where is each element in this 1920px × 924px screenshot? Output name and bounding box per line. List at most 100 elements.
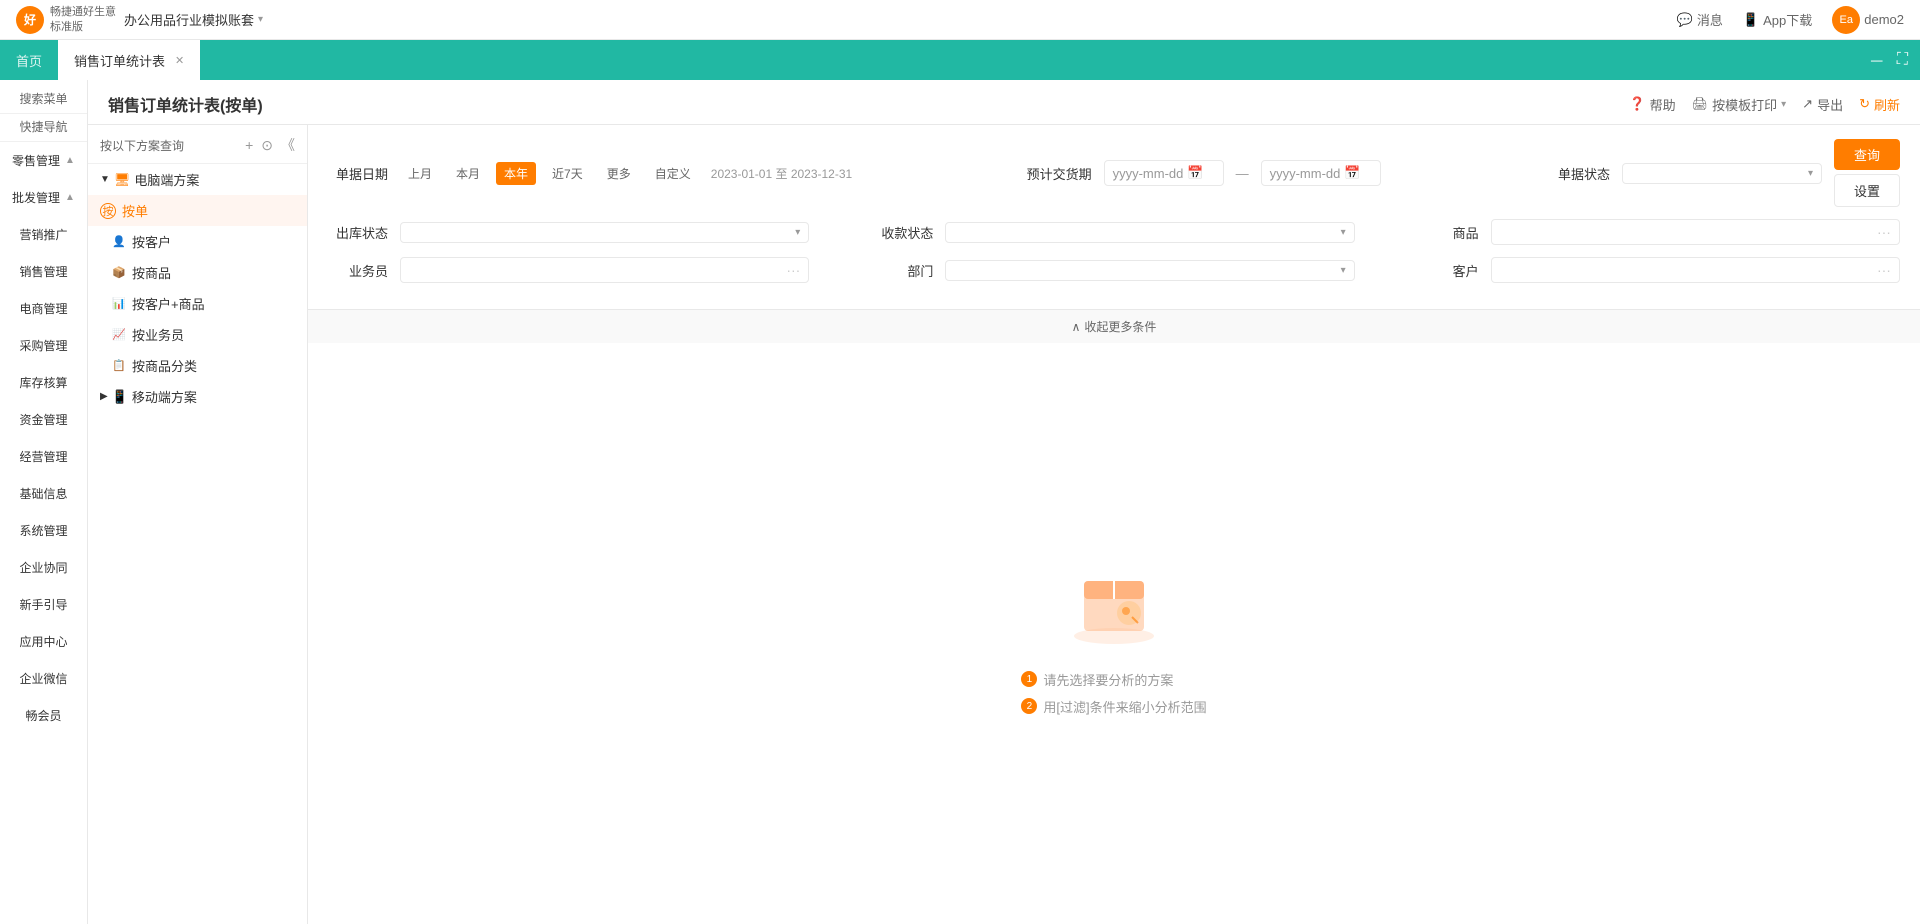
filter-row-2: 出库状态 ▾ 收款状态 ▾ 商品 (328, 219, 1900, 245)
scheme-by-order[interactable]: 按 按单 (88, 195, 307, 226)
mobile-scheme-group[interactable]: ▶ 📱 移动端方案 (88, 381, 307, 412)
right-panel: 单据日期 上月 本月 本年 近7天 更多 自定义 2023-01-01 至 20… (308, 125, 1920, 924)
sidebar-item-member[interactable]: 畅会员 (0, 697, 87, 734)
sidebar-item-wholesale[interactable]: 批发管理 ▲ (0, 179, 87, 216)
ship-status-label: 出库状态 (328, 223, 388, 242)
refresh-icon: ↻ (1859, 96, 1870, 112)
logo-text: 畅捷通好生意 标准版 (50, 5, 116, 34)
sidebar: 搜索菜单 快捷导航 零售管理 ▲ 批发管理 ▲ 营销推广 销售管理 电商管理 采… (0, 80, 88, 924)
collapse-panel-icon[interactable]: 《 (281, 135, 295, 155)
app-selector[interactable]: 办公用品行业模拟账套 ▾ (124, 10, 263, 29)
settings-button[interactable]: 设置 (1834, 174, 1900, 207)
calendar-end-icon[interactable]: 📅 (1344, 165, 1360, 181)
mobile-scheme-icon: 📱 (112, 389, 128, 405)
customer-label: 客户 (1419, 261, 1479, 280)
ship-status-select[interactable]: ▾ (400, 222, 809, 243)
export-icon: ↗ (1802, 96, 1813, 112)
ship-status-arrow-icon: ▾ (795, 227, 800, 238)
scheme-by-category[interactable]: 📋 按商品分类 (88, 350, 307, 381)
expected-date-start-input[interactable]: yyyy-mm-dd 📅 (1104, 160, 1224, 186)
date-btn-thismonth[interactable]: 本月 (448, 162, 488, 185)
left-panel-header: 按以下方案查询 + ⊙ 《 (88, 135, 307, 164)
salesperson-dots[interactable]: ··· (786, 262, 800, 278)
sidebar-item-newguide[interactable]: 新手引导 (0, 586, 87, 623)
calendar-start-icon[interactable]: 📅 (1187, 165, 1203, 181)
salesperson-input[interactable]: ··· (400, 257, 809, 283)
tab-home[interactable]: 首页 (0, 40, 58, 80)
user-area[interactable]: Ea demo2 (1832, 6, 1904, 34)
goods-dots[interactable]: ··· (1877, 224, 1891, 240)
page-title-row: 销售订单统计表(按单) ❓ 帮助 🖨 按模板打印 ▾ ↗ 导出 (108, 92, 1900, 116)
inner-layout: 按以下方案查询 + ⊙ 《 ▼ 🖥 电脑端方案 按 按单 👤 按客户 (88, 125, 1920, 924)
scheme-by-salesperson[interactable]: 📈 按业务员 (88, 319, 307, 350)
active-scheme-icon: 按 (100, 203, 116, 219)
sidebar-item-sales[interactable]: 销售管理 (0, 253, 87, 290)
sidebar-item-system[interactable]: 系统管理 (0, 512, 87, 549)
app-download-action[interactable]: 📱 App下载 (1743, 10, 1812, 29)
logo-icon: 好 (16, 6, 44, 34)
scheme-by-cust-prod[interactable]: 📊 按客户+商品 (88, 288, 307, 319)
print-action[interactable]: 🖨 按模板打印 ▾ (1692, 95, 1787, 114)
scheme-by-product[interactable]: 📦 按商品 (88, 257, 307, 288)
customer-input[interactable]: ··· (1491, 257, 1900, 283)
pc-scheme-group[interactable]: ▼ 🖥 电脑端方案 (88, 164, 307, 195)
sidebar-item-ecommerce[interactable]: 电商管理 (0, 290, 87, 327)
add-scheme-icon[interactable]: + (245, 137, 253, 153)
date-btn-more[interactable]: 更多 (599, 162, 639, 185)
dept-label: 部门 (873, 261, 933, 280)
sidebar-item-purchase[interactable]: 采购管理 (0, 327, 87, 364)
goods-label: 商品 (1419, 223, 1479, 242)
tab-close-icon[interactable]: ✕ (175, 54, 184, 67)
page-title: 销售订单统计表(按单) (108, 92, 263, 116)
order-status-select[interactable]: ▾ (1622, 163, 1822, 184)
date-separator: — (1236, 166, 1249, 181)
header-left: 好 畅捷通好生意 标准版 办公用品行业模拟账套 ▾ (16, 5, 263, 34)
expected-date-end-input[interactable]: yyyy-mm-dd 📅 (1261, 160, 1381, 186)
empty-state: 1 请先选择要分析的方案 2 用[过滤]条件来缩小分析范围 (308, 343, 1920, 924)
refresh-action[interactable]: ↻ 刷新 (1859, 95, 1900, 114)
sidebar-item-marketing[interactable]: 营销推广 (0, 216, 87, 253)
date-btn-custom[interactable]: 自定义 (647, 162, 699, 185)
order-status-label: 单据状态 (1550, 164, 1610, 183)
main-layout: 搜索菜单 快捷导航 零售管理 ▲ 批发管理 ▲ 营销推广 销售管理 电商管理 采… (0, 80, 1920, 924)
sidebar-item-appcenter[interactable]: 应用中心 (0, 623, 87, 660)
sidebar-item-basic[interactable]: 基础信息 (0, 475, 87, 512)
left-panel: 按以下方案查询 + ⊙ 《 ▼ 🖥 电脑端方案 按 按单 👤 按客户 (88, 125, 308, 924)
date-btn-thisyear[interactable]: 本年 (496, 162, 536, 185)
payment-status-select[interactable]: ▾ (945, 222, 1354, 243)
sidebar-item-operation[interactable]: 经营管理 (0, 438, 87, 475)
sidebar-quicknav[interactable]: 快捷导航 (0, 114, 87, 142)
message-icon: 💬 (1677, 12, 1693, 28)
payment-status-arrow-icon: ▾ (1341, 227, 1346, 238)
category-scheme-icon: 📋 (112, 359, 126, 373)
settings-scheme-icon[interactable]: ⊙ (261, 137, 273, 154)
empty-illustration (1054, 551, 1174, 654)
export-action[interactable]: ↗ 导出 (1802, 95, 1843, 114)
minimize-icon[interactable]: － (1869, 48, 1885, 72)
sidebar-item-retail[interactable]: 零售管理 ▲ (0, 142, 87, 179)
sidebar-item-enterprise[interactable]: 企业协同 (0, 549, 87, 586)
chevron-down-icon: ▾ (258, 14, 263, 25)
tab-sales-stat[interactable]: 销售订单统计表 ✕ (58, 40, 200, 80)
scheme-by-customer[interactable]: 👤 按客户 (88, 226, 307, 257)
query-button[interactable]: 查询 (1834, 139, 1900, 170)
help-icon: ❓ (1629, 96, 1645, 112)
dept-select[interactable]: ▾ (945, 260, 1354, 281)
help-action[interactable]: ❓ 帮助 (1629, 95, 1675, 114)
collapse-bar[interactable]: ∧ 收起更多条件 (308, 309, 1920, 343)
download-icon: 📱 (1743, 12, 1759, 28)
date-group: 上月 本月 本年 近7天 更多 自定义 (400, 162, 699, 185)
salesperson-label: 业务员 (328, 261, 388, 280)
customer-dots[interactable]: ··· (1877, 262, 1891, 278)
date-btn-7days[interactable]: 近7天 (544, 162, 591, 185)
goods-input[interactable]: ··· (1491, 219, 1900, 245)
sidebar-item-finance[interactable]: 资金管理 (0, 401, 87, 438)
message-action[interactable]: 💬 消息 (1677, 10, 1723, 29)
maximize-icon[interactable]: ⛶ (1897, 51, 1908, 69)
date-btn-lastmonth[interactable]: 上月 (400, 162, 440, 185)
sidebar-item-corpwechat[interactable]: 企业微信 (0, 660, 87, 697)
sidebar-search[interactable]: 搜索菜单 (0, 80, 87, 114)
page-actions: ❓ 帮助 🖨 按模板打印 ▾ ↗ 导出 ↻ 刷新 (1629, 95, 1900, 114)
sidebar-item-inventory[interactable]: 库存核算 (0, 364, 87, 401)
date-label: 单据日期 (328, 164, 388, 183)
